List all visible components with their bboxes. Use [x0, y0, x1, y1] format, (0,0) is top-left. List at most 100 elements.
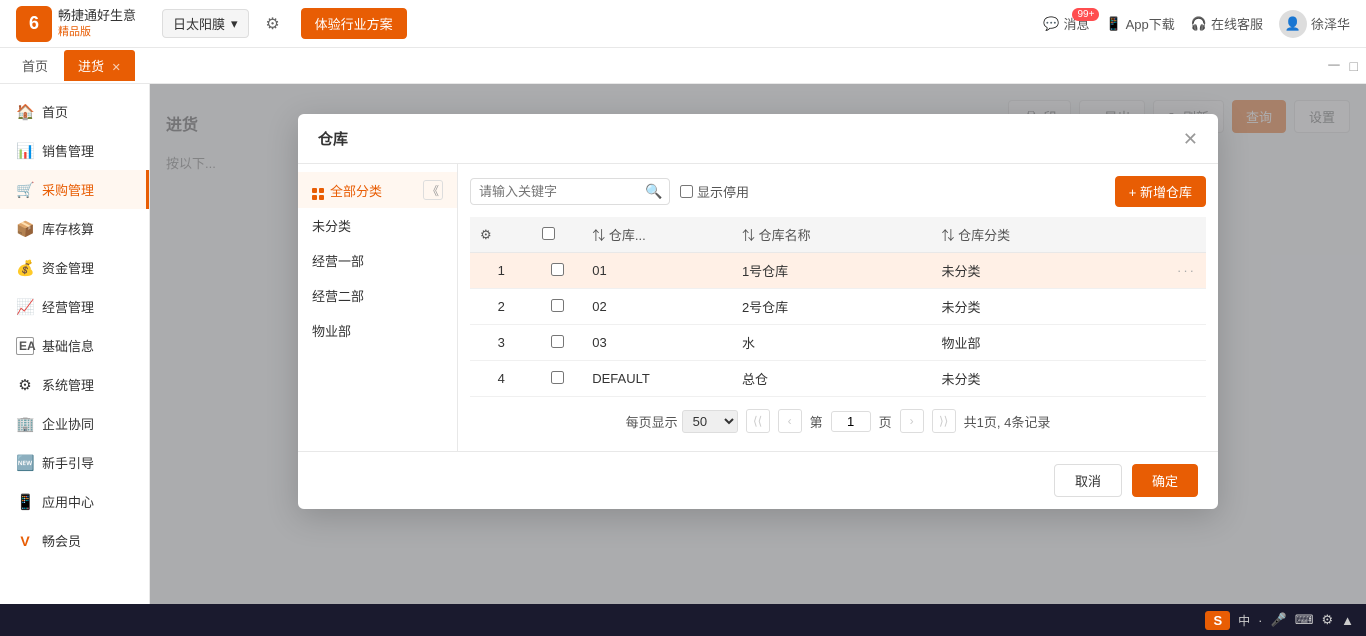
category-operations-1[interactable]: 经营一部 — [298, 243, 457, 278]
sidebar-item-sales[interactable]: 📊 销售管理 — [0, 131, 149, 170]
row-checkbox-2[interactable] — [551, 299, 564, 312]
per-page-label: 每页显示 — [626, 412, 678, 431]
confirm-button[interactable]: 确定 — [1132, 464, 1198, 497]
per-page-dropdown[interactable]: 50 100 200 — [682, 410, 738, 433]
modal-overlay: 仓库 ✕ 全部分类 《 — [150, 84, 1366, 636]
collapse-btn[interactable]: 《 — [423, 180, 443, 200]
sidebar-item-enterprise[interactable]: 🏢 企业协同 — [0, 404, 149, 443]
sidebar-item-finance[interactable]: 💰 资金管理 — [0, 248, 149, 287]
tab-home[interactable]: 首页 — [8, 50, 62, 81]
sidebar-item-home[interactable]: 🏠 首页 — [0, 92, 149, 131]
search-input[interactable] — [479, 184, 639, 199]
online-service-label: 在线客服 — [1211, 14, 1263, 33]
sidebar-label-member: 畅会员 — [42, 531, 81, 550]
topbar: 6 畅捷通好生意 精品版 日太阳膜 ▾ ⚙ 体验行业方案 💬 消息 99+ 📱 … — [0, 0, 1366, 48]
search-input-wrap[interactable]: 🔍 — [470, 178, 670, 205]
sidebar-item-operations[interactable]: 📈 经营管理 — [0, 287, 149, 326]
row-checkbox-1[interactable] — [551, 263, 564, 276]
show-disabled-label[interactable]: 显示停用 — [680, 182, 749, 201]
page-size-select[interactable]: 每页显示 50 100 200 — [626, 410, 738, 433]
table-row[interactable]: 4 DEFAULT 总仓 未分类 — [470, 361, 1206, 397]
sidebar-item-guide[interactable]: 🆕 新手引导 — [0, 443, 149, 482]
guide-icon: 🆕 — [16, 454, 34, 472]
page-next-btn[interactable]: › — [900, 409, 924, 433]
dialog-title: 仓库 — [318, 128, 348, 149]
trial-btn[interactable]: 体验行业方案 — [301, 8, 407, 39]
page-prev-btn[interactable]: ‹ — [778, 409, 802, 433]
table-container: ⚙ ⇅ 仓库... — [470, 217, 1206, 397]
grid-icon — [312, 181, 324, 200]
search-icon[interactable]: 🔍 — [645, 183, 662, 200]
th-name[interactable]: ⇅ 仓库名称 — [732, 217, 932, 253]
sidebar-item-app-center[interactable]: 📱 应用中心 — [0, 482, 149, 521]
sidebar-item-basic-info[interactable]: EA 基础信息 — [0, 326, 149, 365]
category-property[interactable]: 物业部 — [298, 313, 457, 348]
row-code-3: 03 — [582, 325, 732, 361]
row-actions-3[interactable] — [1131, 325, 1206, 361]
row-check-4[interactable] — [532, 361, 582, 397]
online-service-btn[interactable]: 🎧 在线客服 — [1191, 14, 1263, 33]
window-minimize-icon[interactable]: ─ — [1328, 57, 1339, 75]
page-number-label: 第 — [810, 412, 823, 431]
sidebar-item-purchase[interactable]: 🛒 采购管理 — [0, 170, 149, 209]
table-row[interactable]: 2 02 2号仓库 未分类 — [470, 289, 1206, 325]
status-mic-icon: 🎤 — [1271, 612, 1287, 628]
row-name-2: 2号仓库 — [732, 289, 932, 325]
sidebar: 🏠 首页 📊 销售管理 🛒 采购管理 📦 库存核算 💰 资金管理 📈 经营管理 … — [0, 84, 150, 636]
logo-text: 畅捷通好生意 精品版 — [58, 8, 136, 39]
row-check-1[interactable] — [532, 253, 582, 289]
sidebar-label-basic-info: 基础信息 — [42, 336, 94, 355]
row-checkbox-4[interactable] — [551, 371, 564, 384]
total-info: 共1页, 4条记录 — [964, 412, 1051, 431]
purchase-icon: 🛒 — [16, 181, 34, 199]
tab-purchase[interactable]: 进货 ✕ — [64, 50, 135, 81]
category-property-label: 物业部 — [312, 321, 351, 340]
add-warehouse-btn[interactable]: + 新增仓库 — [1115, 176, 1206, 207]
row-category-1: 未分类 — [932, 253, 1132, 289]
user-menu[interactable]: 👤 徐泽华 — [1279, 10, 1350, 38]
row-code-2: 02 — [582, 289, 732, 325]
table-header-row: ⚙ ⇅ 仓库... — [470, 217, 1206, 253]
logo-icon: 6 — [16, 6, 52, 42]
table-row[interactable]: 1 01 1号仓库 未分类 ··· — [470, 253, 1206, 289]
company-selector[interactable]: 日太阳膜 ▾ — [162, 9, 249, 38]
row-actions-1[interactable]: ··· — [1131, 253, 1206, 289]
category-unclassified[interactable]: 未分类 — [298, 208, 457, 243]
dialog-body: 全部分类 《 未分类 经营一部 经营二部 物业部 — [298, 164, 1218, 451]
row-more-icon-1[interactable]: ··· — [1177, 263, 1196, 278]
sidebar-item-system[interactable]: ⚙ 系统管理 — [0, 365, 149, 404]
sidebar-label-enterprise: 企业协同 — [42, 414, 94, 433]
sidebar-item-inventory[interactable]: 📦 库存核算 — [0, 209, 149, 248]
row-code-1: 01 — [582, 253, 732, 289]
show-disabled-checkbox[interactable] — [680, 185, 693, 198]
table-row[interactable]: 3 03 水 物业部 — [470, 325, 1206, 361]
select-all-checkbox[interactable] — [542, 227, 555, 240]
row-category-4: 未分类 — [932, 361, 1132, 397]
page-first-btn[interactable]: ⟨⟨ — [746, 409, 770, 433]
row-actions-4[interactable] — [1131, 361, 1206, 397]
page-input[interactable] — [831, 411, 871, 432]
row-check-2[interactable] — [532, 289, 582, 325]
th-code[interactable]: ⇅ 仓库... — [582, 217, 732, 253]
row-checkbox-3[interactable] — [551, 335, 564, 348]
th-category[interactable]: ⇅ 仓库分类 — [932, 217, 1132, 253]
app-download-btn[interactable]: 📱 App下载 — [1105, 14, 1174, 33]
message-btn[interactable]: 💬 消息 99+ — [1043, 14, 1089, 33]
category-operations-2[interactable]: 经营二部 — [298, 278, 457, 313]
category-all[interactable]: 全部分类 《 — [298, 172, 457, 208]
row-gear-3: 3 — [470, 325, 532, 361]
gear-button[interactable]: ⚙ — [257, 8, 289, 40]
row-check-3[interactable] — [532, 325, 582, 361]
page-last-btn[interactable]: ⟩⟩ — [932, 409, 956, 433]
cancel-button[interactable]: 取消 — [1054, 464, 1122, 497]
window-maximize-icon[interactable]: □ — [1350, 58, 1358, 74]
tab-close-icon[interactable]: ✕ — [112, 62, 121, 74]
row-actions-2[interactable] — [1131, 289, 1206, 325]
navtabs: 首页 进货 ✕ ─ □ — [0, 48, 1366, 84]
row-name-3: 水 — [732, 325, 932, 361]
dialog-close-button[interactable]: ✕ — [1183, 130, 1198, 148]
table-panel: 🔍 显示停用 + 新增仓库 — [458, 164, 1218, 451]
headset-icon: 🎧 — [1191, 16, 1207, 32]
sidebar-item-member[interactable]: V 畅会员 — [0, 521, 149, 560]
category-unclassified-label: 未分类 — [312, 216, 351, 235]
